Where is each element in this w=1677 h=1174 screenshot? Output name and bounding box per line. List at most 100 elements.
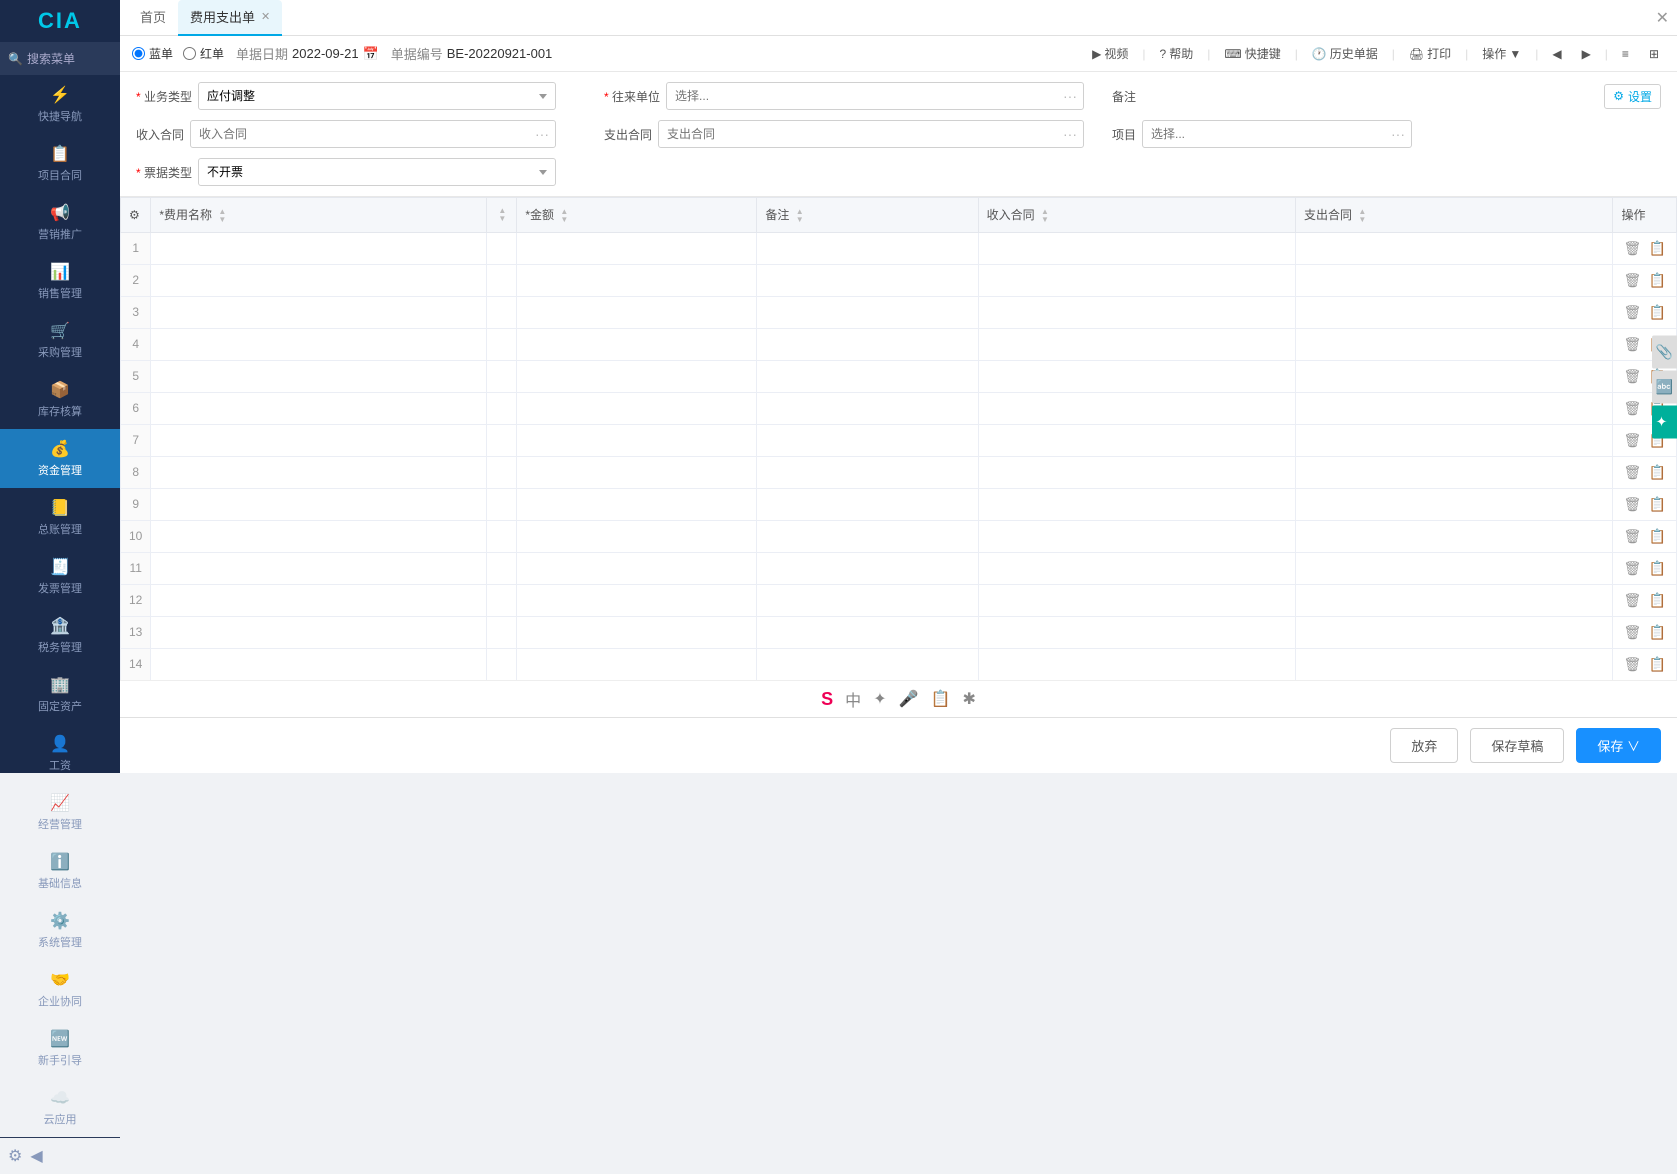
amount-cell-14[interactable] [517,648,757,680]
prev-btn[interactable]: ◀ [1546,44,1567,64]
sidebar-search[interactable]: 🔍 搜索菜单 [0,42,120,75]
th-amount[interactable]: *金额 ▲▼ [517,198,757,233]
sidebar-item-inventory[interactable]: 📦 库存核算 [0,370,120,429]
remark-cell-2[interactable] [757,264,978,296]
help-btn[interactable]: ? 帮助 [1154,42,1200,65]
expense-contract-cell-7[interactable] [1296,424,1613,456]
copy-icon-8[interactable]: 📋 [1649,464,1666,480]
copy-icon-11[interactable]: 📋 [1649,560,1666,576]
teal-icon-btn[interactable]: ✦ [1652,405,1677,438]
attachment-icon-btn[interactable]: 📎 [1652,335,1677,368]
save-draft-button[interactable]: 保存草稿 [1470,728,1564,763]
video-btn[interactable]: ▶ 视频 [1086,42,1134,65]
sidebar-item-quick-nav[interactable]: ⚡ 快捷导航 [0,75,120,134]
expense-contract-cell-14[interactable] [1296,648,1613,680]
calendar-icon[interactable]: 📅 [363,46,379,62]
partner-input[interactable] [667,85,1057,107]
income-contract-cell-6[interactable] [978,392,1295,424]
amount-cell-8[interactable] [517,456,757,488]
income-contract-cell-7[interactable] [978,424,1295,456]
income-contract-input[interactable] [191,123,529,145]
settings-button[interactable]: ⚙ 设置 [1604,84,1661,109]
th-remark[interactable]: 备注 ▲▼ [757,198,978,233]
plus-icon[interactable]: ✦ [873,689,886,709]
expense-name-cell-10[interactable] [151,520,487,552]
income-contract-cell-10[interactable] [978,520,1295,552]
income-contract-cell-13[interactable] [978,616,1295,648]
income-contract-cell-2[interactable] [978,264,1295,296]
shortcut-btn[interactable]: ⌨ 快捷键 [1218,42,1286,65]
sidebar-item-new-guide[interactable]: 🆕 新手引导 [0,1019,120,1078]
expense-contract-cell-9[interactable] [1296,488,1613,520]
expense-contract-input[interactable] [659,123,1057,145]
th-expense-name[interactable]: *费用名称 ▲▼ [151,198,487,233]
expense-contract-cell-10[interactable] [1296,520,1613,552]
copy-icon-13[interactable]: 📋 [1649,624,1666,640]
sidebar-item-enterprise[interactable]: 🤝 企业协同 [0,960,120,1019]
amount-sort[interactable]: ▲▼ [560,208,568,224]
expense-name-cell-3[interactable] [151,296,487,328]
remark-cell-12[interactable] [757,584,978,616]
amount-cell-1[interactable] [517,232,757,264]
expense-contract-cell-3[interactable] [1296,296,1613,328]
delete-icon-2[interactable]: 🗑 [1623,272,1641,288]
sidebar-item-project-contract[interactable]: 📋 项目合同 [0,134,120,193]
remark-cell-3[interactable] [757,296,978,328]
expense-name-cell-2[interactable] [151,264,487,296]
print-btn[interactable]: 🖨 打印 [1403,42,1457,65]
sidebar-item-capital[interactable]: 💰 资金管理 [0,429,120,488]
sidebar-item-invoice[interactable]: 🧾 发票管理 [0,547,120,606]
remark-cell-5[interactable] [757,360,978,392]
sidebar-item-system[interactable]: ⚙️ 系统管理 [0,901,120,960]
expense-name-cell-14[interactable] [151,648,487,680]
expense-dots[interactable]: ··· [1057,126,1083,142]
blue-radio[interactable]: 蓝单 [132,45,173,62]
delete-icon-10[interactable]: 🗑 [1623,528,1641,544]
sidebar-item-tax[interactable]: 🏦 税务管理 [0,606,120,665]
income-contract-cell-4[interactable] [978,328,1295,360]
operate-btn[interactable]: 操作 ▼ [1476,42,1527,65]
expense-contract-cell-8[interactable] [1296,456,1613,488]
remark-cell-6[interactable] [757,392,978,424]
copy-icon-2[interactable]: 📋 [1649,272,1666,288]
expense-sort[interactable]: ▲▼ [1358,208,1366,224]
remark-cell-8[interactable] [757,456,978,488]
project-dots[interactable]: ··· [1385,126,1411,142]
expense-name-cell-11[interactable] [151,552,487,584]
expense-name-cell-8[interactable] [151,456,487,488]
amount-cell-2[interactable] [517,264,757,296]
remark-cell-7[interactable] [757,424,978,456]
income-contract-cell-5[interactable] [978,360,1295,392]
expense-contract-cell-13[interactable] [1296,616,1613,648]
expense-name-cell-9[interactable] [151,488,487,520]
delete-icon-6[interactable]: 🗑 [1623,400,1641,416]
project-input[interactable] [1143,123,1385,145]
mic-icon[interactable]: 🎤 [899,689,919,709]
delete-icon-13[interactable]: 🗑 [1623,624,1641,640]
tab-home[interactable]: 首页 [128,0,178,36]
expense-name-cell-13[interactable] [151,616,487,648]
amount-cell-5[interactable] [517,360,757,392]
discard-button[interactable]: 放弃 [1390,728,1458,763]
settings-icon[interactable]: ⚙ [8,1146,22,1166]
history-btn[interactable]: 🕐 历史单据 [1306,42,1384,65]
amount-cell-10[interactable] [517,520,757,552]
copy-icon-3[interactable]: 📋 [1649,304,1666,320]
delete-icon-1[interactable]: 🗑 [1623,240,1641,256]
delete-icon-14[interactable]: 🗑 [1623,656,1641,672]
income-contract-cell-3[interactable] [978,296,1295,328]
income-contract-cell-11[interactable] [978,552,1295,584]
expense-contract-cell-5[interactable] [1296,360,1613,392]
th-sort[interactable]: ▲▼ [487,198,517,233]
amount-cell-13[interactable] [517,616,757,648]
expense-name-cell-12[interactable] [151,584,487,616]
delete-icon-12[interactable]: 🗑 [1623,592,1641,608]
invoice-type-select[interactable]: 不开票 [198,158,556,186]
delete-icon-8[interactable]: 🗑 [1623,464,1641,480]
amount-cell-11[interactable] [517,552,757,584]
tab-expense-sheet[interactable]: 费用支出单 ✕ [178,0,282,36]
sidebar-item-fixed-assets[interactable]: 🏢 固定资产 [0,665,120,724]
red-radio-input[interactable] [183,47,196,60]
sidebar-item-marketing[interactable]: 📢 营销推广 [0,193,120,252]
expense-name-cell-5[interactable] [151,360,487,392]
